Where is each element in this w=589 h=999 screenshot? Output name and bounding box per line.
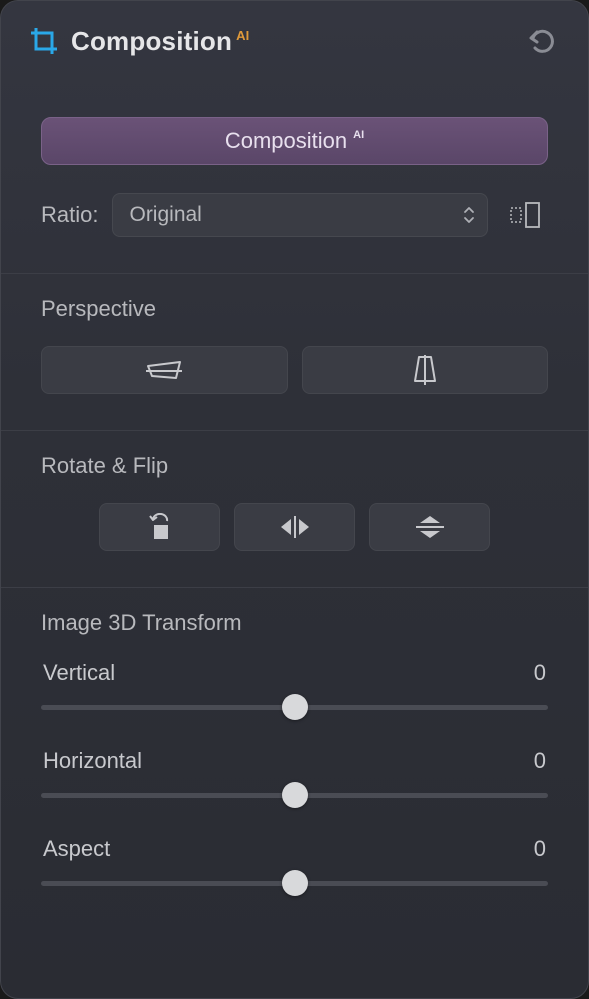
rotate-button[interactable] [99, 503, 220, 551]
panel-header: CompositionAI [1, 1, 588, 79]
transform-section: Image 3D Transform Vertical 0 Horizontal… [1, 588, 588, 964]
orientation-toggle-button[interactable] [502, 193, 548, 237]
slider-label: Vertical [43, 660, 115, 686]
crop-icon [29, 26, 59, 56]
perspective-vertical-icon [411, 355, 439, 385]
slider-thumb[interactable] [282, 782, 308, 808]
slider-thumb[interactable] [282, 694, 308, 720]
composition-section: CompositionAI Ratio: Original [1, 79, 588, 274]
perspective-horizontal-button[interactable] [41, 346, 288, 394]
ai-badge-small: AI [353, 129, 364, 141]
slider-value: 0 [534, 836, 546, 862]
slider-label: Horizontal [43, 748, 142, 774]
undo-button[interactable] [524, 23, 560, 59]
rotate-flip-title: Rotate & Flip [41, 453, 548, 479]
perspective-section: Perspective [1, 274, 588, 431]
perspective-vertical-button[interactable] [302, 346, 549, 394]
slider-track-horizontal[interactable] [41, 782, 548, 808]
perspective-title: Perspective [41, 296, 548, 322]
flip-horizontal-icon [279, 516, 311, 538]
slider-horizontal: Horizontal 0 [41, 748, 548, 808]
rotate-flip-section: Rotate & Flip [1, 431, 588, 588]
slider-label: Aspect [43, 836, 110, 862]
rotate-icon [147, 513, 173, 541]
flip-vertical-icon [416, 515, 444, 539]
ai-badge: AI [236, 28, 249, 43]
ratio-label: Ratio: [41, 202, 98, 228]
slider-vertical: Vertical 0 [41, 660, 548, 720]
slider-aspect: Aspect 0 [41, 836, 548, 896]
composition-panel: CompositionAI CompositionAI Ratio: Origi… [0, 0, 589, 999]
slider-track-vertical[interactable] [41, 694, 548, 720]
ratio-select[interactable]: Original [112, 193, 488, 237]
slider-value: 0 [534, 660, 546, 686]
composition-ai-button[interactable]: CompositionAI [41, 117, 548, 165]
slider-track-aspect[interactable] [41, 870, 548, 896]
panel-title: CompositionAI [71, 26, 249, 57]
slider-value: 0 [534, 748, 546, 774]
slider-thumb[interactable] [282, 870, 308, 896]
orientation-icon [510, 202, 540, 228]
flip-horizontal-button[interactable] [234, 503, 355, 551]
flip-vertical-button[interactable] [369, 503, 490, 551]
ratio-row: Ratio: Original [41, 193, 548, 237]
ratio-select-value: Original [129, 203, 201, 227]
perspective-horizontal-icon [146, 358, 182, 382]
undo-icon [527, 26, 557, 56]
transform-title: Image 3D Transform [41, 610, 548, 636]
chevron-updown-icon [463, 205, 475, 225]
